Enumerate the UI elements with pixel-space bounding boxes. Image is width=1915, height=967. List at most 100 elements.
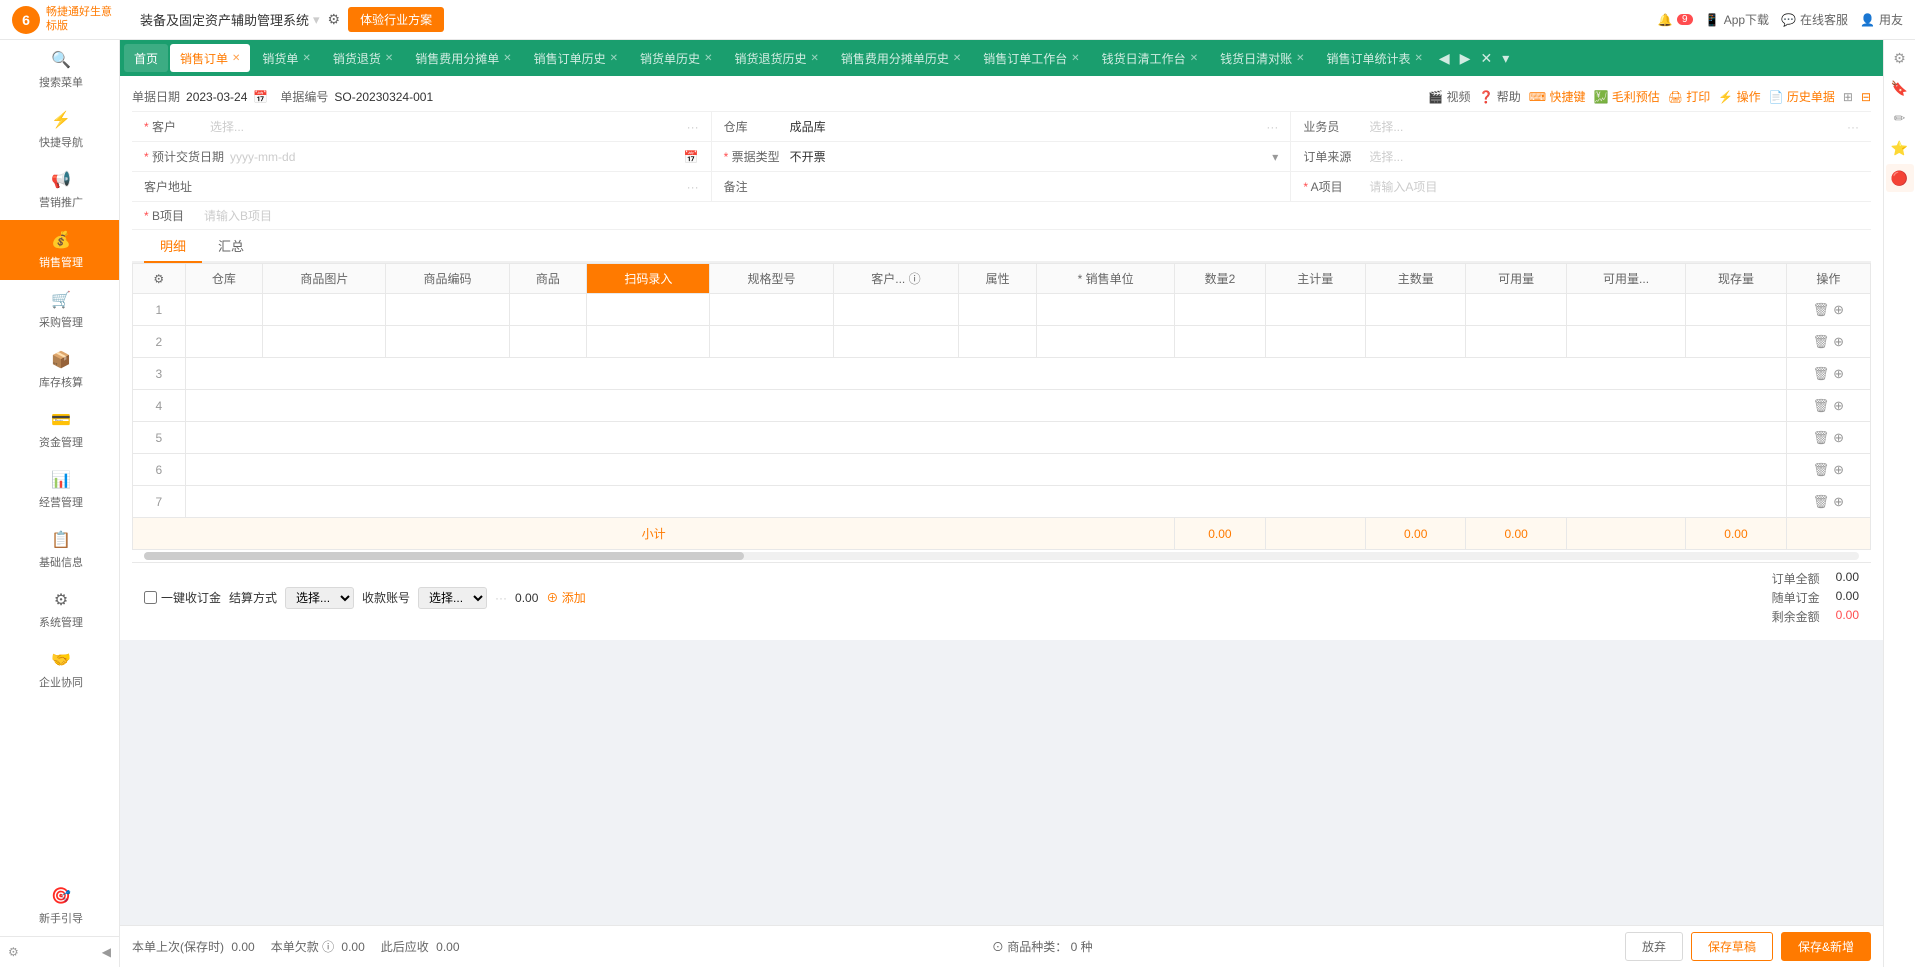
row-2-copy-icon[interactable]: ⊕: [1833, 334, 1844, 350]
invoice-dropdown-icon[interactable]: ▾: [1272, 150, 1278, 164]
row-2-spec[interactable]: [710, 326, 833, 358]
discard-btn[interactable]: 放弃: [1625, 932, 1683, 961]
tab-detail[interactable]: 明细: [144, 230, 202, 263]
row-7-copy-icon[interactable]: ⊕: [1833, 494, 1844, 510]
sidebar-item-purchase[interactable]: 🛒 采购管理: [0, 280, 119, 340]
right-panel-bookmark[interactable]: 🔖: [1886, 74, 1914, 102]
row-6-delete-icon[interactable]: 🗑: [1813, 462, 1830, 478]
row-3-copy-icon[interactable]: ⊕: [1833, 366, 1844, 382]
one-click-checkbox-label[interactable]: 一键收订金: [144, 589, 221, 606]
tab-close-cash-workbench[interactable]: ✕: [1190, 53, 1198, 64]
row-2-unit[interactable]: [1036, 326, 1174, 358]
row-1-availext[interactable]: [1566, 294, 1685, 326]
tab-fee-history[interactable]: 销售费用分摊单历史 ✕: [831, 44, 971, 72]
row-2-product[interactable]: [509, 326, 587, 358]
history-btn[interactable]: 📄 历史单据: [1769, 88, 1835, 105]
sidebar-item-marketing[interactable]: 📢 营销推广: [0, 160, 119, 220]
tab-close-sales-history[interactable]: ✕: [704, 53, 712, 64]
row-6-copy-icon[interactable]: ⊕: [1833, 462, 1844, 478]
b-project-input[interactable]: [204, 209, 504, 223]
row-2-mainunit[interactable]: [1265, 326, 1365, 358]
row-5-empty[interactable]: [185, 422, 1786, 454]
row-4-copy-icon[interactable]: ⊕: [1833, 398, 1844, 414]
row-1-qty2[interactable]: [1175, 294, 1265, 326]
tab-return-history[interactable]: 销货退货历史 ✕: [724, 44, 828, 72]
tab-prev-btn[interactable]: ◀: [1435, 50, 1454, 67]
row-2-code[interactable]: [386, 326, 509, 358]
tab-return-goods[interactable]: 销货退货 ✕: [323, 44, 403, 72]
tab-close-sales-return[interactable]: ✕: [302, 53, 310, 64]
tab-close-order-history[interactable]: ✕: [610, 53, 618, 64]
row-2-warehouse[interactable]: [185, 326, 263, 358]
row-3-empty[interactable]: [185, 358, 1786, 390]
customer-input[interactable]: [210, 120, 681, 134]
tab-stats[interactable]: 销售订单统计表 ✕: [1316, 44, 1432, 72]
tab-home[interactable]: 首页: [124, 44, 168, 72]
delivery-calendar-icon[interactable]: 📅: [684, 150, 699, 164]
save-draft-btn[interactable]: 保存草稿: [1691, 932, 1773, 961]
sidebar-item-search[interactable]: 🔍 搜索菜单: [0, 40, 119, 100]
shortcut-btn[interactable]: ⌨ 快捷键: [1529, 88, 1586, 105]
sidebar-item-system[interactable]: ⚙ 系统管理: [0, 580, 119, 640]
salesperson-input[interactable]: [1369, 120, 1841, 134]
tab-close-return-goods[interactable]: ✕: [385, 53, 393, 64]
order-source-input[interactable]: [1369, 150, 1859, 164]
row-4-delete-icon[interactable]: 🗑: [1813, 398, 1830, 414]
view-grid-btn[interactable]: ⊞: [1843, 90, 1853, 104]
address-input[interactable]: [210, 180, 681, 194]
settings-icon[interactable]: ⚙: [328, 11, 341, 28]
row-1-mainqty[interactable]: [1366, 294, 1466, 326]
row-1-unit[interactable]: [1036, 294, 1174, 326]
row-2-qty2[interactable]: [1175, 326, 1265, 358]
sidebar-item-inventory[interactable]: 📦 库存核算: [0, 340, 119, 400]
row-1-stock[interactable]: [1686, 294, 1786, 326]
row-1-customer[interactable]: [833, 294, 959, 326]
warehouse-value[interactable]: 成品库: [790, 118, 1261, 135]
tab-sales-return[interactable]: 销货单 ✕: [252, 44, 320, 72]
tab-order-history[interactable]: 销售订单历史 ✕: [524, 44, 628, 72]
salesperson-more[interactable]: ···: [1847, 120, 1859, 134]
order-no-value[interactable]: SO-20230324-001: [334, 90, 433, 104]
col-settings[interactable]: ⚙: [133, 264, 186, 294]
account-select[interactable]: 选择...: [418, 587, 487, 609]
sidebar-item-management[interactable]: 📊 经营管理: [0, 460, 119, 520]
online-service[interactable]: 💬 在线客服: [1781, 11, 1848, 28]
right-panel-alert[interactable]: 🔴: [1886, 164, 1914, 192]
row-5-delete-icon[interactable]: 🗑: [1813, 430, 1830, 446]
sidebar-item-sales[interactable]: 💰 销售管理: [0, 220, 119, 280]
right-panel-edit[interactable]: ✏: [1886, 104, 1914, 132]
row-1-warehouse[interactable]: [185, 294, 263, 326]
row-2-attr[interactable]: [959, 326, 1037, 358]
tab-sales-history[interactable]: 销货单历史 ✕: [630, 44, 722, 72]
view-card-btn[interactable]: ⊟: [1861, 90, 1871, 104]
tab-close-sales-order[interactable]: ✕: [232, 53, 240, 64]
row-1-scan[interactable]: [587, 294, 710, 326]
sidebar-item-quicknav[interactable]: ⚡ 快捷导航: [0, 100, 119, 160]
tab-menu-btn[interactable]: ▾: [1498, 50, 1513, 67]
tab-close-fee-history[interactable]: ✕: [953, 53, 961, 64]
row-2-mainqty[interactable]: [1366, 326, 1466, 358]
row-7-delete-icon[interactable]: 🗑: [1813, 494, 1830, 510]
a-project-input[interactable]: [1369, 180, 1859, 194]
tab-cash-reconcile[interactable]: 钱货日清对账 ✕: [1210, 44, 1314, 72]
notification-bell[interactable]: 🔔 9: [1658, 13, 1693, 27]
row-1-delete-icon[interactable]: 🗑: [1813, 302, 1830, 318]
tab-order-workbench[interactable]: 销售订单工作台 ✕: [973, 44, 1089, 72]
row-1-spec[interactable]: [710, 294, 833, 326]
row-2-availext[interactable]: [1566, 326, 1685, 358]
industry-btn[interactable]: 体验行业方案: [348, 7, 444, 32]
row-1-code[interactable]: [386, 294, 509, 326]
row-1-mainunit[interactable]: [1265, 294, 1365, 326]
sidebar-item-collab[interactable]: 🤝 企业协同: [0, 640, 119, 700]
horizontal-scrollbar[interactable]: [144, 552, 1859, 560]
tab-cash-workbench[interactable]: 钱货日清工作台 ✕: [1092, 44, 1208, 72]
row-2-stock[interactable]: [1686, 326, 1786, 358]
add-btn[interactable]: ⊕ 添加: [546, 589, 585, 606]
row-7-empty[interactable]: [185, 486, 1786, 518]
invoice-type-value[interactable]: 不开票: [790, 148, 1267, 165]
row-1-avail[interactable]: [1466, 294, 1566, 326]
help-btn[interactable]: ❓ 帮助: [1479, 88, 1521, 105]
tab-summary[interactable]: 汇总: [202, 230, 260, 263]
row-2-delete-icon[interactable]: 🗑: [1813, 334, 1830, 350]
customer-more[interactable]: ···: [687, 120, 699, 134]
